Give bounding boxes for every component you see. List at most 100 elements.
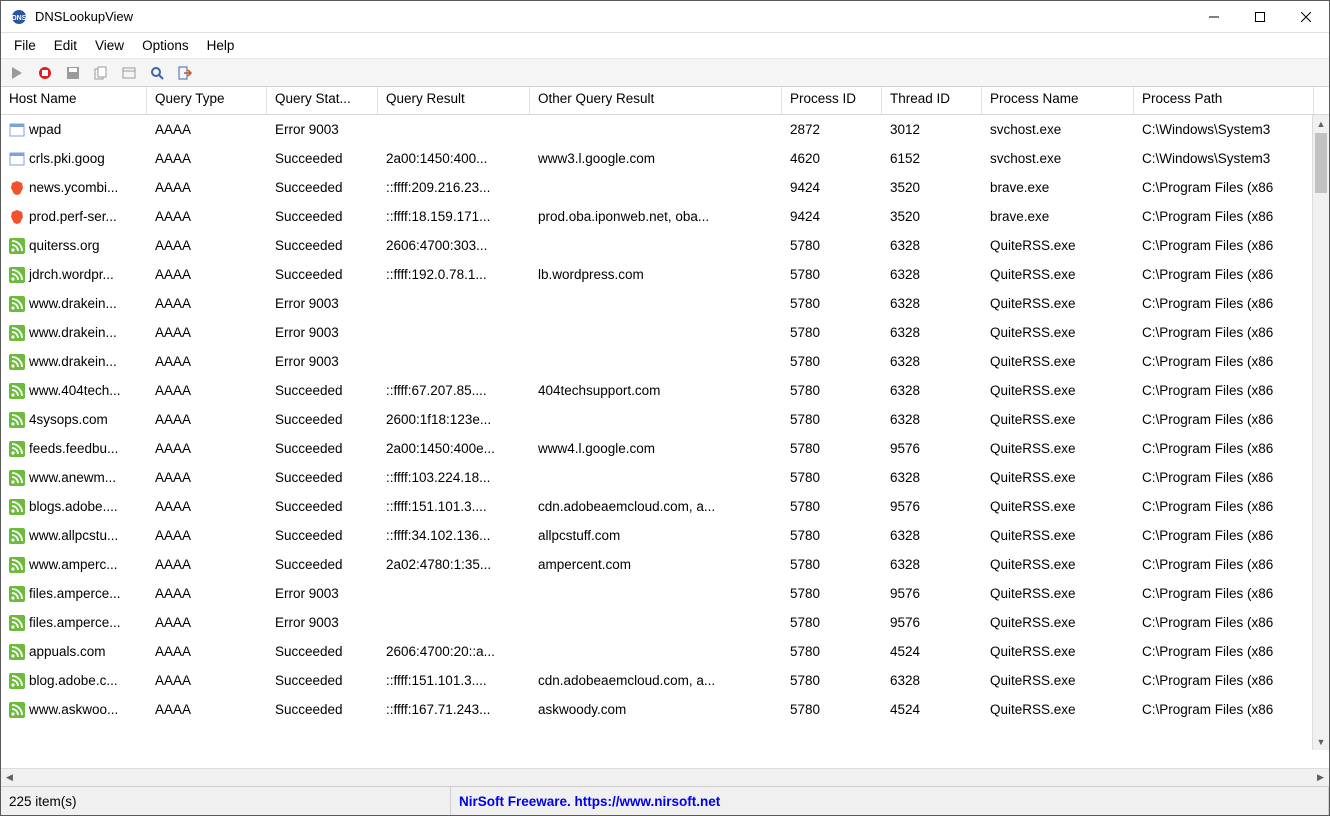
row-icon: [9, 615, 25, 631]
cell-pid: 5780: [782, 528, 882, 543]
table-row[interactable]: quiterss.orgAAAASucceeded2606:4700:303..…: [1, 231, 1329, 260]
row-icon: [9, 383, 25, 399]
cell-status: Error 9003: [267, 354, 378, 369]
cell-ppath: C:\Program Files (x86: [1134, 644, 1314, 659]
col-host-name[interactable]: Host Name: [1, 87, 147, 114]
cell-qtype: AAAA: [147, 673, 267, 688]
table-row[interactable]: www.amperc...AAAASucceeded2a02:4780:1:35…: [1, 550, 1329, 579]
properties-icon[interactable]: [119, 63, 139, 83]
table-row[interactable]: www.allpcstu...AAAASucceeded::ffff:34.10…: [1, 521, 1329, 550]
titlebar[interactable]: DNS DNSLookupView: [1, 1, 1329, 33]
col-process-id[interactable]: Process ID: [782, 87, 882, 114]
exit-icon[interactable]: [175, 63, 195, 83]
cell-pid: 9424: [782, 209, 882, 224]
cell-tid: 9576: [882, 615, 982, 630]
cell-status: Succeeded: [267, 673, 378, 688]
status-link[interactable]: NirSoft Freeware. https://www.nirsoft.ne…: [451, 787, 1329, 815]
table-row[interactable]: feeds.feedbu...AAAASucceeded2a00:1450:40…: [1, 434, 1329, 463]
cell-other: cdn.adobeaemcloud.com, a...: [530, 673, 782, 688]
cell-ppath: C:\Program Files (x86: [1134, 557, 1314, 572]
cell-qtype: AAAA: [147, 557, 267, 572]
table-row[interactable]: appuals.comAAAASucceeded2606:4700:20::a.…: [1, 637, 1329, 666]
minimize-button[interactable]: [1191, 1, 1237, 33]
table-row[interactable]: www.drakein...AAAAError 900357806328Quit…: [1, 347, 1329, 376]
table-row[interactable]: blogs.adobe....AAAASucceeded::ffff:151.1…: [1, 492, 1329, 521]
col-process-path[interactable]: Process Path: [1134, 87, 1314, 114]
table-row[interactable]: www.drakein...AAAAError 900357806328Quit…: [1, 289, 1329, 318]
scroll-left-icon[interactable]: ◀: [1, 769, 18, 786]
menu-options[interactable]: Options: [133, 36, 198, 55]
cell-host: www.404tech...: [29, 383, 121, 398]
cell-ppath: C:\Program Files (x86: [1134, 441, 1314, 456]
col-query-result[interactable]: Query Result: [378, 87, 530, 114]
table-row[interactable]: files.amperce...AAAAError 900357809576Qu…: [1, 579, 1329, 608]
cell-status: Succeeded: [267, 644, 378, 659]
table-row[interactable]: www.anewm...AAAASucceeded::ffff:103.224.…: [1, 463, 1329, 492]
cell-tid: 3520: [882, 209, 982, 224]
table-row[interactable]: jdrch.wordpr...AAAASucceeded::ffff:192.0…: [1, 260, 1329, 289]
cell-pname: QuiteRSS.exe: [982, 644, 1134, 659]
col-process-name[interactable]: Process Name: [982, 87, 1134, 114]
find-icon[interactable]: [147, 63, 167, 83]
cell-result: 2a00:1450:400...: [378, 151, 530, 166]
table-row[interactable]: prod.perf-ser...AAAASucceeded::ffff:18.1…: [1, 202, 1329, 231]
stop-icon[interactable]: [35, 63, 55, 83]
play-icon[interactable]: [7, 63, 27, 83]
scroll-up-icon[interactable]: ▲: [1313, 115, 1329, 132]
copy-icon[interactable]: [91, 63, 111, 83]
cell-pname: QuiteRSS.exe: [982, 528, 1134, 543]
cell-ppath: C:\Windows\System3: [1134, 122, 1314, 137]
menu-edit[interactable]: Edit: [45, 36, 86, 55]
rows-container: wpadAAAAError 900328723012svchost.exeC:\…: [1, 115, 1329, 768]
cell-ppath: C:\Program Files (x86: [1134, 528, 1314, 543]
cell-status: Succeeded: [267, 209, 378, 224]
table-row[interactable]: files.amperce...AAAAError 900357809576Qu…: [1, 608, 1329, 637]
cell-pid: 5780: [782, 267, 882, 282]
row-icon: [9, 412, 25, 428]
row-icon: [9, 122, 25, 138]
save-icon[interactable]: [63, 63, 83, 83]
row-icon: [9, 180, 25, 196]
cell-host: prod.perf-ser...: [29, 209, 117, 224]
table-row[interactable]: news.ycombi...AAAASucceeded::ffff:209.21…: [1, 173, 1329, 202]
cell-ppath: C:\Program Files (x86: [1134, 238, 1314, 253]
cell-other: www4.l.google.com: [530, 441, 782, 456]
table-row[interactable]: crls.pki.googAAAASucceeded2a00:1450:400.…: [1, 144, 1329, 173]
col-other-query-result[interactable]: Other Query Result: [530, 87, 782, 114]
cell-host: quiterss.org: [29, 238, 100, 253]
scroll-thumb[interactable]: [1315, 133, 1327, 193]
row-icon: [9, 325, 25, 341]
col-query-type[interactable]: Query Type: [147, 87, 267, 114]
maximize-button[interactable]: [1237, 1, 1283, 33]
cell-host: www.amperc...: [29, 557, 118, 572]
menu-file[interactable]: File: [5, 36, 45, 55]
row-icon: [9, 296, 25, 312]
menu-view[interactable]: View: [86, 36, 133, 55]
close-button[interactable]: [1283, 1, 1329, 33]
scroll-down-icon[interactable]: ▼: [1313, 733, 1329, 750]
cell-host: blogs.adobe....: [29, 499, 118, 514]
table-row[interactable]: blog.adobe.c...AAAASucceeded::ffff:151.1…: [1, 666, 1329, 695]
cell-pid: 9424: [782, 180, 882, 195]
table-row[interactable]: wpadAAAAError 900328723012svchost.exeC:\…: [1, 115, 1329, 144]
table-row[interactable]: www.404tech...AAAASucceeded::ffff:67.207…: [1, 376, 1329, 405]
cell-other: ampercent.com: [530, 557, 782, 572]
cell-tid: 6328: [882, 238, 982, 253]
listview[interactable]: Host Name Query Type Query Stat... Query…: [1, 87, 1329, 768]
cell-host: wpad: [29, 122, 61, 137]
cell-result: 2a00:1450:400e...: [378, 441, 530, 456]
cell-status: Succeeded: [267, 267, 378, 282]
col-thread-id[interactable]: Thread ID: [882, 87, 982, 114]
menu-help[interactable]: Help: [198, 36, 244, 55]
table-row[interactable]: www.askwoo...AAAASucceeded::ffff:167.71.…: [1, 695, 1329, 724]
toolbar: [1, 59, 1329, 87]
table-row[interactable]: www.drakein...AAAAError 900357806328Quit…: [1, 318, 1329, 347]
table-row[interactable]: 4sysops.comAAAASucceeded2600:1f18:123e..…: [1, 405, 1329, 434]
horizontal-scrollbar[interactable]: ◀ ▶: [1, 768, 1329, 786]
cell-qtype: AAAA: [147, 615, 267, 630]
vertical-scrollbar[interactable]: ▲ ▼: [1312, 115, 1329, 750]
scroll-right-icon[interactable]: ▶: [1312, 769, 1329, 786]
cell-other: prod.oba.iponweb.net, oba...: [530, 209, 782, 224]
col-query-status[interactable]: Query Stat...: [267, 87, 378, 114]
window-title: DNSLookupView: [35, 9, 133, 24]
